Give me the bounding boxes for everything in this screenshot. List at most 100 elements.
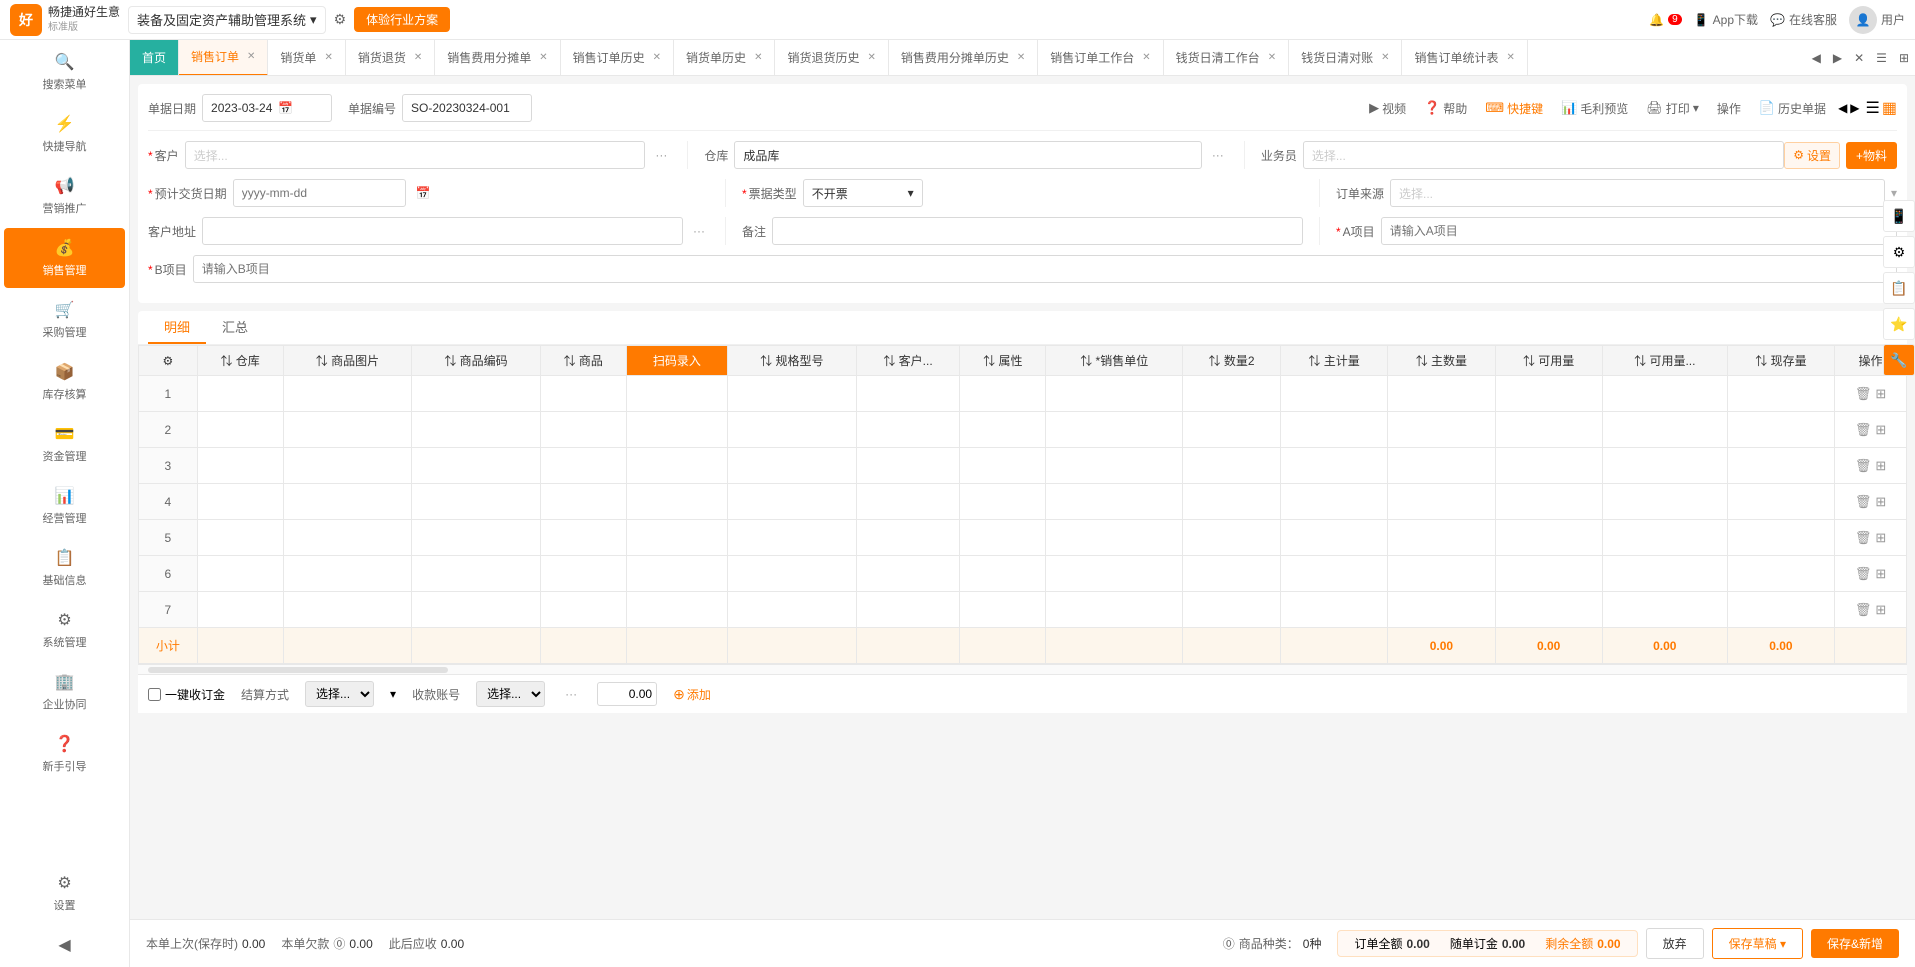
- delete-row-icon[interactable]: 🗑: [1855, 422, 1872, 438]
- delete-row-icon[interactable]: 🗑: [1855, 458, 1872, 474]
- float-settings-btn[interactable]: ⚙: [1883, 236, 1915, 268]
- copy-row-icon[interactable]: ⊞: [1875, 458, 1886, 474]
- tab-cash-reconcile[interactable]: 钱货日清对账✕: [1289, 40, 1402, 76]
- cell-actions-7[interactable]: 🗑⊞: [1835, 592, 1907, 628]
- save-draft-btn[interactable]: 保存草稿 ▾: [1712, 928, 1803, 959]
- tab-sales-refund-history[interactable]: 销货退货历史✕: [775, 40, 888, 76]
- sidebar-item-collapse[interactable]: ◀: [4, 925, 125, 965]
- col-header-code[interactable]: ⇅ 商品编码: [412, 346, 541, 376]
- cell-actions-3[interactable]: 🗑⊞: [1835, 448, 1907, 484]
- col-header-warehouse[interactable]: ⇅ 仓库: [197, 346, 283, 376]
- sidebar-item-operations[interactable]: 📊经营管理: [4, 476, 125, 536]
- float-star-btn[interactable]: ⭐: [1883, 308, 1915, 340]
- view-btn[interactable]: ▶ 视频: [1363, 98, 1412, 119]
- user-btn[interactable]: 👤 用户: [1849, 6, 1905, 34]
- sidebar-item-sales[interactable]: 💰销售管理: [4, 228, 125, 288]
- warehouse-input[interactable]: 成品库: [734, 141, 1201, 169]
- account-more-btn[interactable]: ···: [561, 687, 581, 701]
- invoice-select[interactable]: 不开票 ▾: [803, 179, 923, 207]
- tab-expand-btn[interactable]: ⊞: [1893, 40, 1915, 76]
- date-input[interactable]: 2023-03-24 📅: [202, 94, 332, 122]
- app-download-btn[interactable]: 📱 App下载: [1694, 11, 1758, 28]
- abandon-btn[interactable]: 放弃: [1646, 928, 1704, 959]
- sidebar-item-enterprise[interactable]: 🏢企业协同: [4, 662, 125, 722]
- sub-tab-summary[interactable]: 汇总: [206, 311, 264, 344]
- float-list-btn[interactable]: 📋: [1883, 272, 1915, 304]
- col-header-attrs[interactable]: ⇅ 属性: [960, 346, 1046, 376]
- tab-cash-daily[interactable]: 钱货日清工作台✕: [1164, 40, 1289, 76]
- col-header-spec[interactable]: ⇅ 规格型号: [728, 346, 857, 376]
- customer-input[interactable]: 选择...: [185, 141, 646, 169]
- col-header-current_stock[interactable]: ⇅ 现存量: [1727, 346, 1834, 376]
- industry-btn[interactable]: 体验行业方案: [354, 7, 450, 32]
- tab-menu-btn[interactable]: ☰: [1870, 40, 1893, 76]
- col-header-qty2[interactable]: ⇅ 数量2: [1183, 346, 1281, 376]
- copy-row-icon[interactable]: ⊞: [1875, 494, 1886, 510]
- sidebar-item-basic-info[interactable]: 📋基础信息: [4, 538, 125, 598]
- grid-view-btn[interactable]: ☰: [1866, 98, 1880, 118]
- delivery-input[interactable]: [233, 179, 406, 207]
- tab-sales-order-history[interactable]: 销售订单历史✕: [561, 40, 674, 76]
- tab-sales-return-history[interactable]: 销货单历史✕: [674, 40, 775, 76]
- sidebar-item-marketing[interactable]: 📢营销推广: [4, 166, 125, 226]
- account-select[interactable]: 选择...: [476, 681, 545, 707]
- table-view-btn[interactable]: ▦: [1882, 98, 1897, 118]
- delete-row-icon[interactable]: 🗑: [1855, 566, 1872, 582]
- next-page-btn[interactable]: ▶: [1850, 101, 1859, 115]
- agent-input[interactable]: 选择...: [1303, 141, 1784, 169]
- address-more-btn[interactable]: ···: [689, 224, 709, 238]
- help-btn[interactable]: ❓ 帮助: [1418, 98, 1473, 119]
- sidebar-item-inventory[interactable]: 📦库存核算: [4, 352, 125, 412]
- order-source-dropdown[interactable]: ▾: [1891, 186, 1897, 200]
- col-header-main_qty[interactable]: ⇅ 主数量: [1388, 346, 1495, 376]
- tab-sales-fee-split[interactable]: 销售费用分摊单✕: [435, 40, 560, 76]
- print-btn[interactable]: 🖨 打印 ▾: [1640, 98, 1705, 119]
- copy-row-icon[interactable]: ⊞: [1875, 422, 1886, 438]
- sidebar-item-settings[interactable]: ⚙ 设置: [4, 863, 125, 923]
- profit-btn[interactable]: 📊 毛利预览: [1555, 98, 1634, 119]
- tab-sales-return[interactable]: 销货单✕: [268, 40, 345, 76]
- col-header-available2[interactable]: ⇅ 可用量...: [1602, 346, 1727, 376]
- settings-icon[interactable]: ⚙: [334, 11, 347, 28]
- b-project-input[interactable]: [193, 255, 1897, 283]
- add-payment-btn[interactable]: ⊕ 添加: [673, 686, 711, 703]
- copy-row-icon[interactable]: ⊞: [1875, 530, 1886, 546]
- sidebar-item-finance[interactable]: 💳资金管理: [4, 414, 125, 474]
- tab-prev-btn[interactable]: ◀: [1806, 40, 1827, 76]
- copy-row-icon[interactable]: ⊞: [1875, 386, 1886, 402]
- delete-row-icon[interactable]: 🗑: [1855, 494, 1872, 510]
- col-header-customer_code[interactable]: ⇅ 客户...: [856, 346, 960, 376]
- payment-amount-input[interactable]: [597, 682, 657, 706]
- order-source-input[interactable]: 选择...: [1390, 179, 1885, 207]
- address-input[interactable]: [202, 217, 683, 245]
- col-header-image[interactable]: ⇅ 商品图片: [283, 346, 412, 376]
- sidebar-item-search[interactable]: 🔍搜索菜单: [4, 42, 125, 102]
- add-material-btn[interactable]: +物料: [1846, 142, 1897, 169]
- tab-close-btn[interactable]: ✕: [1848, 40, 1870, 76]
- tab-home[interactable]: 首页: [130, 40, 179, 76]
- sidebar-item-guide[interactable]: ❓新手引导: [4, 724, 125, 784]
- tab-next-btn[interactable]: ▶: [1827, 40, 1848, 76]
- tab-sales-order-workbench[interactable]: 销售订单工作台✕: [1038, 40, 1163, 76]
- copy-row-icon[interactable]: ⊞: [1875, 602, 1886, 618]
- warehouse-more-btn[interactable]: ···: [1208, 148, 1228, 162]
- delete-row-icon[interactable]: 🗑: [1855, 386, 1872, 402]
- system-title-selector[interactable]: 装备及固定资产辅助管理系统 ▾: [128, 6, 326, 34]
- float-tool-btn[interactable]: 🔧: [1883, 344, 1915, 376]
- sidebar-item-purchase[interactable]: 🛒采购管理: [4, 290, 125, 350]
- cell-actions-4[interactable]: 🗑⊞: [1835, 484, 1907, 520]
- tab-sales-order[interactable]: 销售订单✕: [179, 40, 268, 76]
- cell-actions-1[interactable]: 🗑⊞: [1835, 376, 1907, 412]
- col-header-available[interactable]: ⇅ 可用量: [1495, 346, 1602, 376]
- notification-btn[interactable]: 🔔 9: [1649, 13, 1682, 27]
- col-header-sales_unit[interactable]: ⇅ *销售单位: [1046, 346, 1183, 376]
- save-new-btn[interactable]: 保存&新增: [1811, 929, 1899, 958]
- copy-row-icon[interactable]: ⊞: [1875, 566, 1886, 582]
- customer-more-btn[interactable]: ···: [651, 148, 671, 162]
- online-service-btn[interactable]: 💬 在线客服: [1770, 11, 1837, 28]
- tab-sales-refund[interactable]: 销货退货✕: [346, 40, 435, 76]
- note-input[interactable]: [772, 217, 1303, 245]
- delete-row-icon[interactable]: 🗑: [1855, 530, 1872, 546]
- cell-actions-5[interactable]: 🗑⊞: [1835, 520, 1907, 556]
- tab-sales-stat[interactable]: 销售订单统计表✕: [1402, 40, 1527, 76]
